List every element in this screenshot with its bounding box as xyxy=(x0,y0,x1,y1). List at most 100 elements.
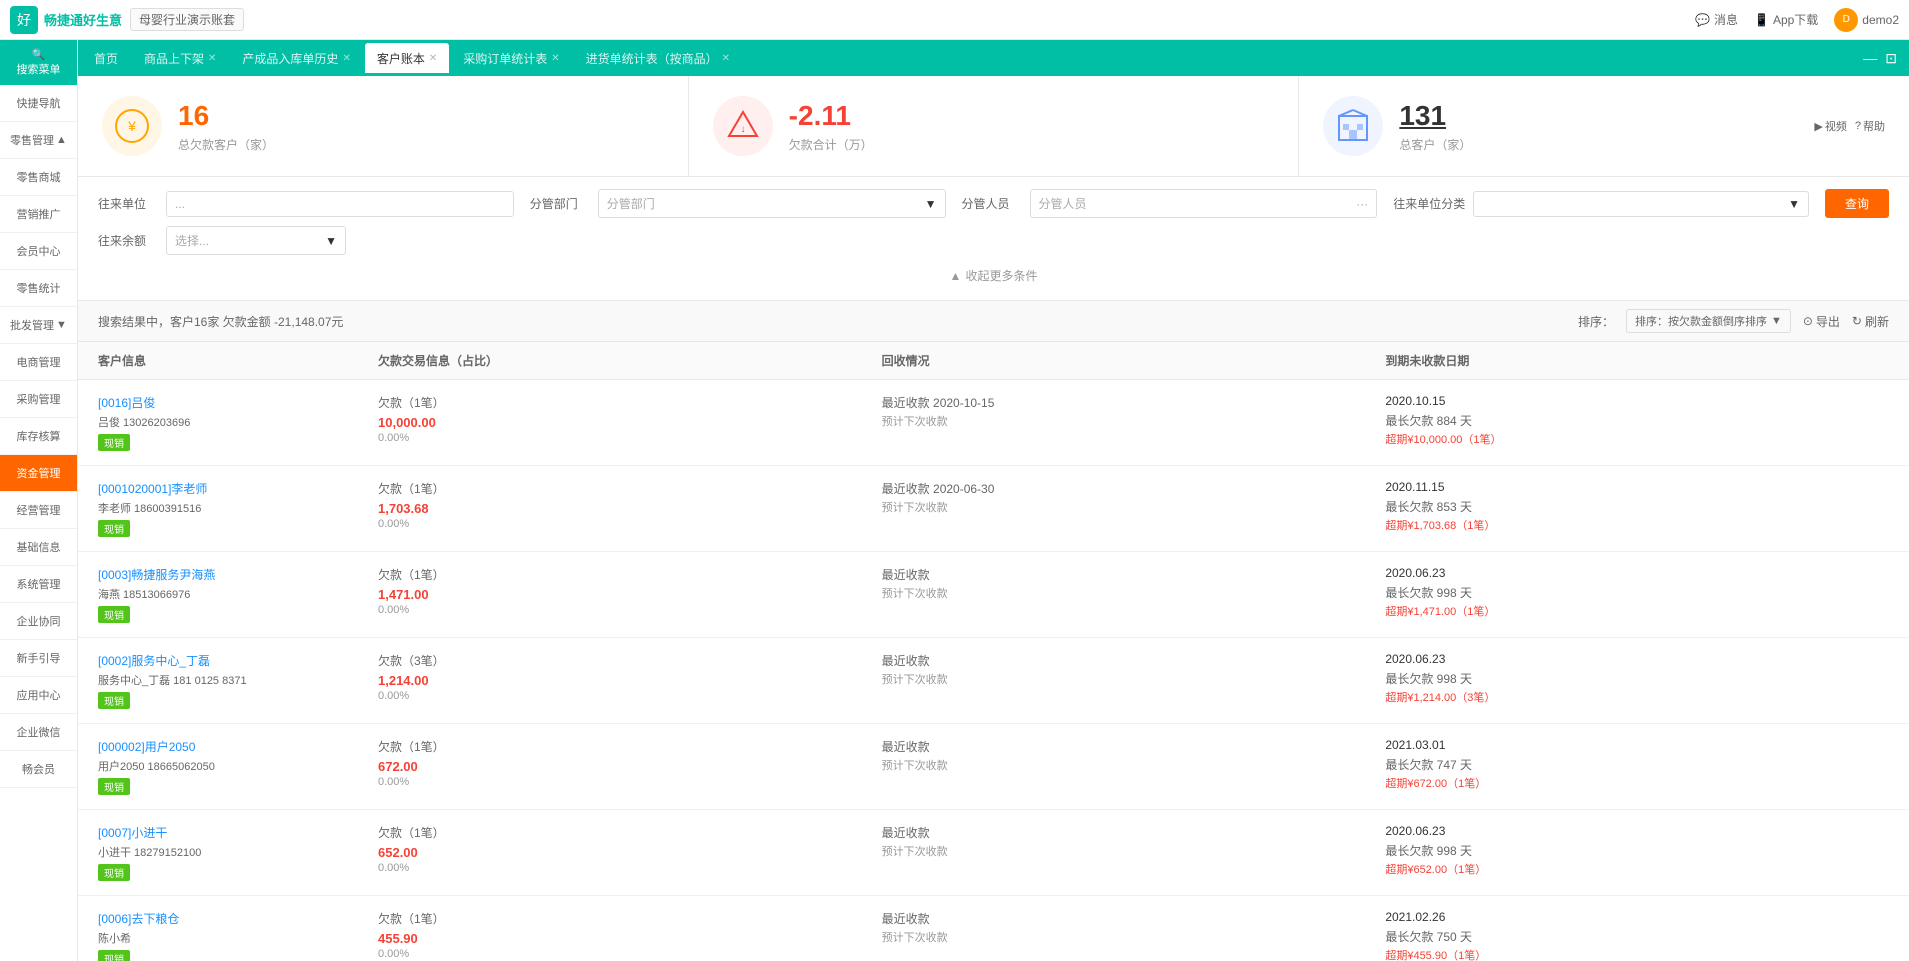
tab-purchase-order[interactable]: 采购订单统计表 ✕ xyxy=(451,43,571,73)
app-download-button[interactable]: 📱 App下载 xyxy=(1754,11,1818,28)
avatar: D xyxy=(1834,8,1858,32)
stat-card-debt-customers: ¥ 16 总欠款客户（家） xyxy=(78,76,689,176)
sidebar-item-apps[interactable]: 应用中心 xyxy=(0,677,77,714)
sidebar-item-member[interactable]: 会员中心 xyxy=(0,233,77,270)
unit-category-select[interactable]: ▼ xyxy=(1473,191,1809,217)
customer-name[interactable]: [0007]小进干 xyxy=(98,824,378,841)
message-button[interactable]: 💬 消息 xyxy=(1695,11,1738,28)
customer-name[interactable]: [0003]畅捷服务尹海燕 xyxy=(98,566,378,583)
tab-home[interactable]: 首页 xyxy=(82,43,130,73)
customer-phone: 小进干 18279152100 xyxy=(98,844,378,860)
tab-bar: 首页 商品上下架 ✕ 产成品入库单历史 ✕ 客户账本 ✕ 采购订单统计表 ✕ 进… xyxy=(78,40,1909,76)
sidebar-search-btn[interactable]: 🔍 搜索菜单 xyxy=(0,40,77,85)
return-info: 最近收款 预计下次收款 xyxy=(882,910,1386,945)
customer-name[interactable]: [0001020001]李老师 xyxy=(98,480,378,497)
overdue-amount-link[interactable]: 超期¥1,703.68（1笔） xyxy=(1385,517,1889,533)
tab-product-status[interactable]: 商品上下架 ✕ xyxy=(132,43,228,73)
maximize-icon[interactable]: ⊡ xyxy=(1885,50,1897,67)
sidebar-item-inventory[interactable]: 库存核算 xyxy=(0,418,77,455)
sidebar-item-members[interactable]: 畅会员 xyxy=(0,751,77,788)
debt-info: 欠款（3笔） 1,214.00 0.00% xyxy=(378,652,882,702)
filter-department: 分管部门 分管部门 ▼ xyxy=(530,189,946,218)
store-name[interactable]: 母婴行业演示账套 xyxy=(130,8,244,31)
close-icon[interactable]: ✕ xyxy=(429,53,437,64)
tab-content: ¥ 16 总欠款客户（家） ↓ -2.11 欠款合计（万） xyxy=(78,76,1909,961)
tab-home-label: 首页 xyxy=(94,50,118,67)
chevron-down-icon: ▼ xyxy=(1788,197,1800,211)
stat-info-debt-customers: 16 总欠款客户（家） xyxy=(178,99,274,154)
video-btn[interactable]: ▶ 视频 xyxy=(1814,118,1846,134)
balance-select[interactable]: 选择... ▼ xyxy=(166,226,346,255)
sidebar-item-operations[interactable]: 经营管理 xyxy=(0,492,77,529)
sidebar-item-batch-mgmt[interactable]: 批发管理 ▼ xyxy=(0,307,77,344)
close-icon[interactable]: ✕ xyxy=(208,53,216,64)
return-info: 最近收款 2020-06-30 预计下次收款 xyxy=(882,480,1386,515)
sidebar-item-newbie[interactable]: 新手引导 xyxy=(0,640,77,677)
money-icon: ¥ xyxy=(102,96,162,156)
user-menu[interactable]: D demo2 xyxy=(1834,8,1899,32)
customer-phone: 吕俊 13026203696 xyxy=(98,414,378,430)
customer-info: [0001020001]李老师 李老师 18600391516 现销 xyxy=(98,480,378,537)
department-select[interactable]: 分管部门 ▼ xyxy=(598,189,946,218)
source-unit-input[interactable]: ... xyxy=(166,191,514,217)
filter-row-1: 往来单位 ... 分管部门 分管部门 ▼ 分管人员 xyxy=(98,189,1889,218)
collapse-btn[interactable]: ▲ 收起更多条件 xyxy=(98,263,1889,288)
sidebar-item-retail-stats[interactable]: 零售统计 xyxy=(0,270,77,307)
overdue-amount-link[interactable]: 超期¥1,214.00（3笔） xyxy=(1385,689,1889,705)
dots-icon: ··· xyxy=(1356,197,1368,211)
sidebar-item-finance[interactable]: 资金管理 xyxy=(0,455,77,492)
customer-name[interactable]: [000002]用户2050 xyxy=(98,738,378,755)
close-icon[interactable]: ✕ xyxy=(551,53,559,64)
chevron-icon: ▲ xyxy=(56,134,67,146)
export-btn[interactable]: ⊙ 导出 xyxy=(1803,313,1840,330)
customer-info: [0003]畅捷服务尹海燕 海燕 18513066976 现销 xyxy=(98,566,378,623)
overdue-amount-link[interactable]: 超期¥672.00（1笔） xyxy=(1385,775,1889,791)
help-btn[interactable]: ? 帮助 xyxy=(1855,118,1885,134)
sort-select[interactable]: 排序：按欠款金额倒序排序 ▼ xyxy=(1626,309,1791,333)
debt-info: 欠款（1笔） 652.00 0.00% xyxy=(378,824,882,874)
customer-info: [0007]小进干 小进干 18279152100 现销 xyxy=(98,824,378,881)
table-row: [0003]畅捷服务尹海燕 海燕 18513066976 现销 欠款（1笔） 1… xyxy=(78,552,1909,638)
customer-name[interactable]: [0006]去下粮仓 xyxy=(98,910,378,927)
sidebar-item-retail-mgmt[interactable]: 零售管理 ▲ xyxy=(0,122,77,159)
top-bar-right: 💬 消息 📱 App下载 D demo2 xyxy=(1695,8,1899,32)
sidebar-item-ecommerce[interactable]: 电商管理 xyxy=(0,344,77,381)
overdue-info: 2020.11.15 最长欠款 853 天 超期¥1,703.68（1笔） xyxy=(1385,480,1889,533)
customer-phone: 李老师 18600391516 xyxy=(98,500,378,516)
sidebar-item-quick-nav[interactable]: 快捷导航 xyxy=(0,85,77,122)
sidebar-item-basic-info[interactable]: 基础信息 xyxy=(0,529,77,566)
customer-name[interactable]: [0016]吕俊 xyxy=(98,394,378,411)
video-icon: ▶ xyxy=(1814,120,1822,133)
close-icon[interactable]: ✕ xyxy=(342,53,350,64)
overdue-amount-link[interactable]: 超期¥455.90（1笔） xyxy=(1385,947,1889,961)
tab-production-history[interactable]: 产成品入库单历史 ✕ xyxy=(230,43,362,73)
close-icon[interactable]: ✕ xyxy=(722,53,730,64)
header-return-status: 回收情况 xyxy=(882,352,1386,369)
stat-info-total-customers: 131 总客户（家） xyxy=(1399,99,1471,154)
return-info: 最近收款 预计下次收款 xyxy=(882,566,1386,601)
overdue-info: 2021.02.26 最长欠款 750 天 超期¥455.90（1笔） xyxy=(1385,910,1889,961)
sidebar-item-system[interactable]: 系统管理 xyxy=(0,566,77,603)
filter-manager: 分管人员 分管人员 ··· xyxy=(962,189,1378,218)
table-row: [000002]用户2050 用户2050 18665062050 现销 欠款（… xyxy=(78,724,1909,810)
overdue-amount-link[interactable]: 超期¥1,471.00（1笔） xyxy=(1385,603,1889,619)
manager-input[interactable]: 分管人员 ··· xyxy=(1030,189,1378,218)
main-layout: 🔍 搜索菜单 快捷导航 零售管理 ▲ 零售商城 营销推广 会员中心 零售统计 批… xyxy=(0,40,1909,961)
refresh-btn[interactable]: ↻ 刷新 xyxy=(1852,313,1889,330)
customer-name[interactable]: [0002]服务中心_丁磊 xyxy=(98,652,378,669)
overdue-amount-link[interactable]: 超期¥652.00（1笔） xyxy=(1385,861,1889,877)
chevron-down-icon: ▼ xyxy=(1771,315,1782,327)
tab-stock-stats[interactable]: 进货单统计表（按商品） ✕ xyxy=(574,43,742,73)
search-button[interactable]: 查询 xyxy=(1825,189,1889,218)
sidebar-item-purchase[interactable]: 采购管理 xyxy=(0,381,77,418)
minimize-icon[interactable]: — xyxy=(1863,50,1877,67)
sidebar-item-enterprise[interactable]: 企业协同 xyxy=(0,603,77,640)
total-debt-label: 欠款合计（万） xyxy=(789,136,873,153)
sidebar-item-marketing[interactable]: 营销推广 xyxy=(0,196,77,233)
sidebar-item-retail-store[interactable]: 零售商城 xyxy=(0,159,77,196)
header-due-date: 到期未收款日期 xyxy=(1385,352,1889,369)
data-table: 客户信息 欠款交易信息（占比） 回收情况 到期未收款日期 [0016]吕俊 吕俊… xyxy=(78,342,1909,961)
tab-customer-account[interactable]: 客户账本 ✕ xyxy=(365,43,449,73)
overdue-amount-link[interactable]: 超期¥10,000.00（1笔） xyxy=(1385,431,1889,447)
sidebar-item-wechat[interactable]: 企业微信 xyxy=(0,714,77,751)
